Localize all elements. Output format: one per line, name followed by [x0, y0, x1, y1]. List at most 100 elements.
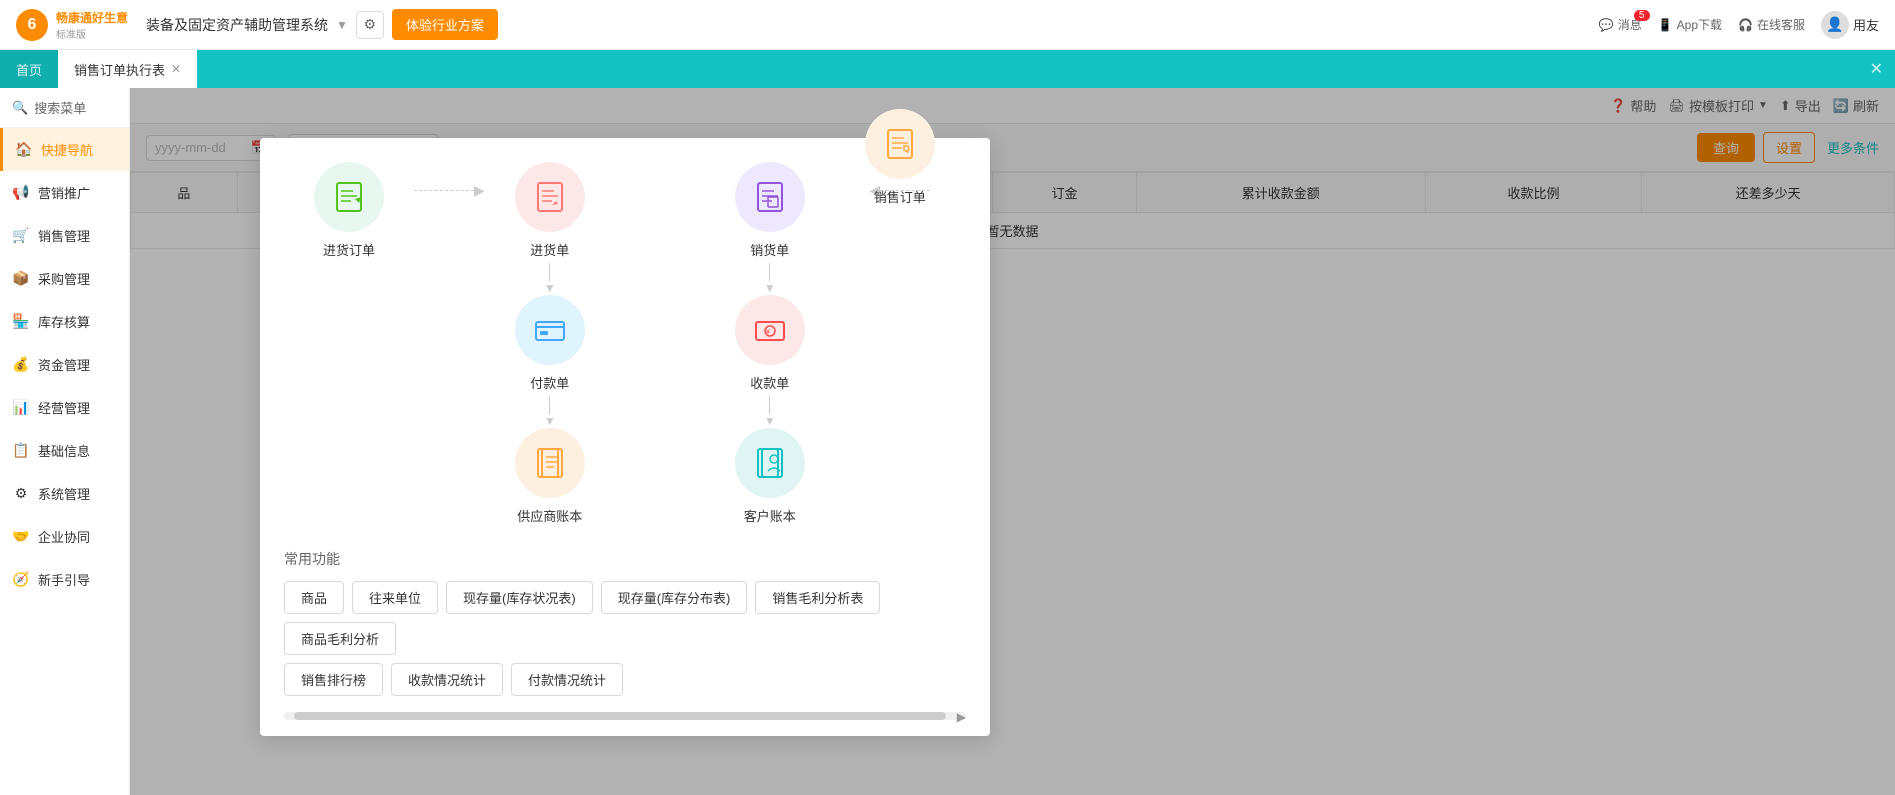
common-btn-product[interactable]: 商品 — [284, 581, 344, 614]
purchase-order-icon — [314, 162, 384, 232]
sidebar-item-sales[interactable]: 🛒 销售管理 — [0, 214, 129, 257]
page-content: ❓ 帮助 🖨 按模板打印 ▼ ⬆ 导出 🔄 刷新 — [130, 88, 1895, 795]
tab-sales-order[interactable]: 销售订单执行表 ✕ — [58, 50, 197, 88]
flow-section: 进货订单 ▶ — [284, 162, 966, 525]
common-btn-receipt-stats[interactable]: 收款情况统计 — [391, 663, 503, 696]
common-btn-partner[interactable]: 往来单位 — [352, 581, 438, 614]
common-btn-payment-stats[interactable]: 付款情况统计 — [511, 663, 623, 696]
quick-nav-icon: 🏠 — [15, 141, 33, 159]
message-button[interactable]: 💬 消息 5 — [1599, 16, 1642, 33]
tab-close-icon[interactable]: ✕ — [171, 62, 181, 76]
popup-modal: 进货订单 ▶ — [260, 138, 990, 736]
sidebar-item-6-label: 经营管理 — [38, 398, 90, 417]
system-dropdown-icon[interactable]: ▼ — [336, 18, 348, 32]
common-btn-sales-rank[interactable]: 销售排行榜 — [284, 663, 383, 696]
app-wrapper: 6 畅康通好生意 标准版 装备及固定资产辅助管理系统 ▼ ⚙ 体验行业方案 💬 … — [0, 0, 1895, 795]
main-area: 🔍 搜索菜单 🏠 快捷导航 📢 营销推广 🛒 销售管理 📦 采购管理 🏪 — [0, 88, 1895, 795]
sale-order-label: 销售订单 — [874, 187, 926, 206]
scrollbar-thumb[interactable] — [294, 712, 946, 720]
receipt-node: ¥ 收款单 — [705, 295, 835, 392]
search-icon: 🔍 — [12, 100, 28, 116]
receipt-label: 收款单 — [750, 373, 789, 392]
scrollbar-right-arrow[interactable]: ▶ — [957, 710, 966, 724]
newbie-icon: 🧭 — [12, 571, 30, 589]
message-icon: 💬 — [1599, 18, 1614, 32]
system-name-area: 装备及固定资产辅助管理系统 ▼ ⚙ 体验行业方案 — [146, 9, 1599, 40]
sidebar-item-inventory[interactable]: 🏪 库存核算 — [0, 300, 129, 343]
purchase-bill-node: 进货单 — [485, 162, 615, 259]
sidebar-item-operation[interactable]: 📊 经营管理 — [0, 386, 129, 429]
purchase-order-label: 进货订单 — [323, 240, 375, 259]
user-avatar: 👤 — [1821, 11, 1849, 39]
sidebar-item-2-label: 销售管理 — [38, 226, 90, 245]
sidebar-item-purchase[interactable]: 📦 采购管理 — [0, 257, 129, 300]
common-btn-profit-analysis[interactable]: 销售毛利分析表 — [755, 581, 880, 614]
system-name-text: 装备及固定资产辅助管理系统 — [146, 15, 328, 35]
user-button[interactable]: 👤 用友 — [1821, 11, 1879, 39]
sidebar-item-enterprise[interactable]: 🤝 企业协同 — [0, 515, 129, 558]
brand-line2: 标准版 — [56, 26, 128, 41]
tab-home-label: 首页 — [16, 60, 42, 79]
tab-home[interactable]: 首页 — [0, 50, 58, 88]
customer-ledger-label: 客户账本 — [744, 506, 796, 525]
common-functions-title: 常用功能 — [284, 549, 966, 569]
purchase-order-node: 进货订单 — [284, 162, 414, 259]
popup-scrollbar[interactable]: ▶ — [284, 712, 966, 720]
base-icon: 📋 — [12, 442, 30, 460]
app-label: App下载 — [1677, 16, 1722, 33]
sidebar-item-10-label: 新手引导 — [38, 570, 90, 589]
service-label: 在线客服 — [1757, 16, 1805, 33]
common-btn-stock-dist[interactable]: 现存量(库存分布表) — [601, 581, 748, 614]
supplier-ledger-icon — [515, 428, 585, 498]
sidebar-item-base[interactable]: 📋 基础信息 — [0, 429, 129, 472]
sidebar-search-label: 搜索菜单 — [34, 98, 86, 117]
sidebar-item-0-label: 快捷导航 — [41, 140, 93, 159]
tab-bar: 首页 销售订单执行表 ✕ ✕ — [0, 50, 1895, 88]
sidebar-item-9-label: 企业协同 — [38, 527, 90, 546]
common-btn-product-profit[interactable]: 商品毛利分析 — [284, 622, 396, 655]
top-header: 6 畅康通好生意 标准版 装备及固定资产辅助管理系统 ▼ ⚙ 体验行业方案 💬 … — [0, 0, 1895, 50]
gear-button[interactable]: ⚙ — [356, 11, 384, 39]
brand-text: 畅康通好生意 标准版 — [56, 9, 128, 41]
common-section: 常用功能 商品 往来单位 现存量(库存状况表) 现存量(库存分布表) 销售毛利分… — [284, 549, 966, 696]
finance-icon: 💰 — [12, 356, 30, 374]
inventory-icon: 🏪 — [12, 313, 30, 331]
sidebar-search[interactable]: 🔍 搜索菜单 — [0, 88, 129, 128]
message-badge: 5 — [1634, 10, 1650, 21]
tab-bar-close-icon[interactable]: ✕ — [1870, 59, 1883, 79]
app-icon: 📱 — [1658, 18, 1673, 32]
receipt-icon: ¥ — [735, 295, 805, 365]
customer-ledger-icon — [735, 428, 805, 498]
marketing-icon: 📢 — [12, 184, 30, 202]
sale-bill-node: 销货单 — [705, 162, 835, 259]
supplier-ledger-node: 供应商账本 — [485, 428, 615, 525]
payment-icon — [515, 295, 585, 365]
sidebar-item-7-label: 基础信息 — [38, 441, 90, 460]
sidebar-item-quick-nav[interactable]: 🏠 快捷导航 — [0, 128, 129, 171]
sidebar-item-1-label: 营销推广 — [38, 183, 90, 202]
service-icon: 🎧 — [1738, 18, 1753, 32]
tab-sales-label: 销售订单执行表 — [74, 60, 165, 79]
service-button[interactable]: 🎧 在线客服 — [1738, 16, 1805, 33]
app-download-button[interactable]: 📱 App下载 — [1658, 16, 1722, 33]
purchase-bill-icon — [515, 162, 585, 232]
sidebar-item-5-label: 资金管理 — [38, 355, 90, 374]
enterprise-icon: 🤝 — [12, 528, 30, 546]
sidebar: 🔍 搜索菜单 🏠 快捷导航 📢 营销推广 🛒 销售管理 📦 采购管理 🏪 — [0, 88, 130, 795]
sidebar-item-8-label: 系统管理 — [38, 484, 90, 503]
operation-icon: 📊 — [12, 399, 30, 417]
trial-button[interactable]: 体验行业方案 — [392, 9, 498, 40]
purchase-icon: 📦 — [12, 270, 30, 288]
sidebar-item-system[interactable]: ⚙ 系统管理 — [0, 472, 129, 515]
sidebar-item-newbie[interactable]: 🧭 新手引导 — [0, 558, 129, 601]
sidebar-item-marketing[interactable]: 📢 营销推广 — [0, 171, 129, 214]
common-btn-stock-status[interactable]: 现存量(库存状况表) — [446, 581, 593, 614]
sales-icon: 🛒 — [12, 227, 30, 245]
logo-icon: 6 — [16, 9, 48, 41]
user-label: 用友 — [1853, 15, 1879, 34]
supplier-ledger-label: 供应商账本 — [517, 506, 582, 525]
sale-order-icon — [865, 109, 935, 179]
payment-label: 付款单 — [530, 373, 569, 392]
sidebar-item-4-label: 库存核算 — [38, 312, 90, 331]
sidebar-item-finance[interactable]: 💰 资金管理 — [0, 343, 129, 386]
